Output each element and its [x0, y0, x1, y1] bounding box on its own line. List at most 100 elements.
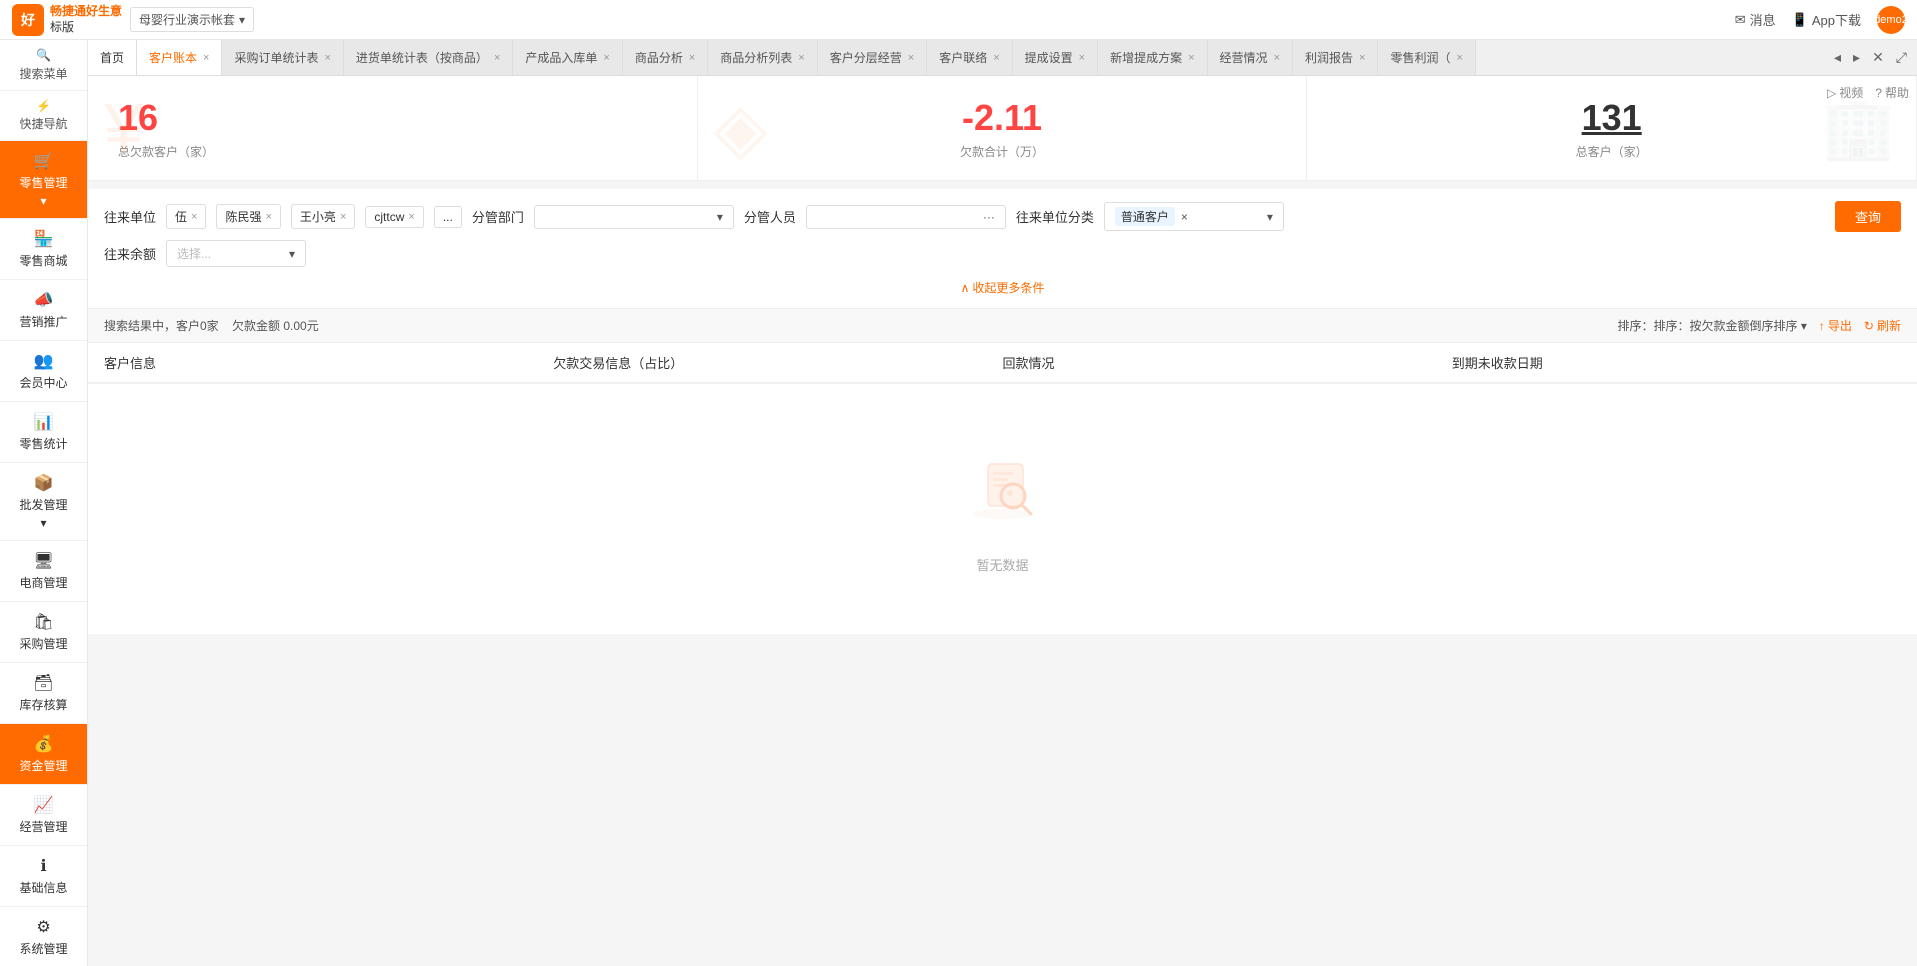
tab-close-contact[interactable]: × [993, 52, 999, 64]
tab-retail-profit[interactable]: 零售利润（ × [1378, 40, 1475, 76]
help-btn[interactable]: ? 帮助 [1875, 84, 1909, 101]
tab-close-product-inbound[interactable]: × [603, 52, 609, 64]
balance-dropdown[interactable]: 选择... ▾ [166, 240, 306, 267]
sidebar-search-btn[interactable]: 🔍 搜索菜单 [0, 40, 87, 91]
data-table: 客户信息 欠款交易信息（占比） 回款情况 到期未收款日期 [88, 343, 1917, 634]
tab-customer-segment[interactable]: 客户分层经营 × [818, 40, 927, 76]
collapse-btn[interactable]: ∧ 收起更多条件 [961, 279, 1045, 296]
sidebar-item-marketing[interactable]: 📣 营销推广 [0, 280, 87, 341]
tab-close-operation[interactable]: × [1274, 52, 1280, 64]
filter-tag-cj[interactable]: cjttcw × [365, 206, 423, 228]
tab-close-product-analysis[interactable]: × [689, 52, 695, 64]
tab-product-analysis-list[interactable]: 商品分析列表 × [708, 40, 817, 76]
tab-scroll-left[interactable]: ◂ [1830, 47, 1845, 68]
system-icon: ⚙ [36, 917, 50, 937]
filter-tag-chen[interactable]: 陈民强 × [216, 204, 280, 229]
dept-dropdown[interactable]: ▾ [534, 205, 734, 229]
tab-close-customer-capital[interactable]: × [203, 52, 209, 64]
sidebar-item-operation[interactable]: 📈 经营管理 [0, 785, 87, 846]
filter-tag-wu[interactable]: 伍 × [166, 204, 206, 229]
tab-scroll-right[interactable]: ▸ [1849, 47, 1864, 68]
remove-tag-chen[interactable]: × [265, 211, 271, 223]
sidebar-item-finance[interactable]: 💰 资金管理 [0, 724, 87, 785]
sidebar-item-basic-info[interactable]: ℹ 基础信息 [0, 846, 87, 907]
purchase-icon: 🛍 [33, 612, 53, 632]
tab-customer-contact[interactable]: 客户联络 × [927, 40, 1012, 76]
remove-unit-class[interactable]: × [1181, 210, 1188, 224]
tab-customer-capital[interactable]: 客户账本 × [137, 40, 222, 76]
sidebar-item-retail-stats[interactable]: 📊 零售统计 [0, 402, 87, 463]
query-button[interactable]: 查询 [1835, 201, 1901, 232]
remove-tag-wang[interactable]: × [340, 211, 346, 223]
sidebar-nav-btn[interactable]: ⚡ 快捷导航 [0, 91, 87, 141]
col-customer-info: 客户信息 [104, 353, 553, 372]
remove-tag-wu[interactable]: × [191, 211, 197, 223]
tab-purchase-order[interactable]: 采购订单统计表 × [222, 40, 343, 76]
chevron-down-icon: ▾ [1267, 210, 1273, 224]
chevron-up-icon: ∧ [961, 281, 970, 295]
tab-profit-report[interactable]: 利润报告 × [1293, 40, 1378, 76]
user-profile[interactable]: demo2 [1877, 6, 1905, 34]
sidebar-item-retail-manage[interactable]: 🛒 零售管理 ▾ [0, 141, 87, 219]
filter-row-2: 往来余额 选择... ▾ [104, 240, 1901, 267]
page-content: ¥ 16 总欠款客户（家） ◈ -2.11 欠款合计（万） 🏢 131 总客户（… [88, 76, 1917, 966]
tab-close-promotion[interactable]: × [1079, 52, 1085, 64]
collapse-row: ∧ 收起更多条件 [104, 275, 1901, 296]
tab-menu[interactable]: ✕ [1868, 47, 1888, 68]
arrow-icon: ▾ [40, 194, 46, 208]
tab-operation-status[interactable]: 经营情况 × [1208, 40, 1293, 76]
account-dropdown[interactable]: 母婴行业演示帐套 ▾ [130, 7, 254, 32]
unit-class-dropdown[interactable]: 普通客户 × ▾ [1104, 202, 1284, 231]
help-icon: ? [1875, 86, 1882, 100]
overdue-amount-value: -2.11 [962, 96, 1042, 139]
tab-product-analysis[interactable]: 商品分析 × [623, 40, 708, 76]
overdue-amount-label: 欠款合计（万） [960, 143, 1044, 160]
bg-icon-building: 🏢 [1821, 93, 1896, 164]
result-summary: 搜索结果中，客户0家 欠款金额 0.00元 [104, 317, 319, 334]
more-tags[interactable]: ... [434, 206, 462, 228]
sidebar-item-purchase[interactable]: 🛍 采购管理 [0, 602, 87, 663]
table-empty-state: 暂无数据 [88, 384, 1917, 634]
stats-header: ¥ 16 总欠款客户（家） ◈ -2.11 欠款合计（万） 🏢 131 总客户（… [88, 76, 1917, 181]
export-btn[interactable]: ↑ 导出 [1819, 317, 1852, 334]
tab-close-inbound[interactable]: × [494, 52, 500, 64]
tab-promotion-settings[interactable]: 提成设置 × [1013, 40, 1098, 76]
tab-close-segment[interactable]: × [908, 52, 914, 64]
sidebar-item-retail-mall[interactable]: 🏪 零售商城 [0, 219, 87, 280]
tab-close-product-analysis-list[interactable]: × [798, 52, 804, 64]
tab-bar: 首页 客户账本 × 采购订单统计表 × 进货单统计表（按商品） × 产成品入库单… [88, 40, 1917, 76]
tab-close-retail-profit[interactable]: × [1456, 52, 1462, 64]
sidebar-item-inventory[interactable]: 🗃 库存核算 [0, 663, 87, 724]
sort-down-icon[interactable]: ▾ [1801, 319, 1807, 333]
tab-product-inbound[interactable]: 产成品入库单 × [513, 40, 622, 76]
remove-tag-cj[interactable]: × [408, 211, 414, 223]
col-payment: 回款情况 [1003, 353, 1452, 372]
tab-add-promotion[interactable]: 新增提成方案 × [1098, 40, 1207, 76]
retail-manage-icon: 🛒 [34, 151, 54, 171]
video-btn[interactable]: ▷ 视频 [1827, 84, 1863, 101]
tab-bar-actions: ◂ ▸ ✕ ⤢ [1824, 47, 1917, 68]
total-customers-label: 总客户（家） [1576, 143, 1648, 160]
app-download-btn[interactable]: 📱 App下载 [1792, 10, 1861, 29]
tab-close-add-promotion[interactable]: × [1188, 52, 1194, 64]
mall-icon: 🏪 [34, 229, 54, 249]
bg-icon-yuan: ¥ [104, 88, 143, 168]
message-btn[interactable]: ✉ 消息 [1735, 10, 1776, 29]
tab-inbound-stats[interactable]: 进货单统计表（按商品） × [344, 40, 513, 76]
sidebar-item-wholesale[interactable]: 📦 批发管理 ▾ [0, 463, 87, 541]
message-icon: ✉ [1735, 12, 1746, 28]
tab-expand[interactable]: ⤢ [1892, 47, 1911, 68]
filter-tag-wang[interactable]: 王小亮 × [291, 204, 355, 229]
wholesale-icon: 📦 [34, 473, 54, 493]
logo-icon: 好 [12, 4, 44, 36]
sidebar-item-ecommerce[interactable]: 🖥 电商管理 [0, 541, 87, 602]
tab-close-purchase[interactable]: × [324, 52, 330, 64]
refresh-btn[interactable]: ↻ 刷新 [1864, 317, 1901, 334]
sidebar-item-system[interactable]: ⚙ 系统管理 [0, 907, 87, 966]
logo-area: 好 畅捷通好生意 标版 [12, 4, 122, 36]
person-dropdown[interactable]: ··· [806, 205, 1006, 229]
sidebar-item-member[interactable]: 👥 会员中心 [0, 341, 87, 402]
tab-close-profit[interactable]: × [1359, 52, 1365, 64]
chevron-down-icon: ▾ [289, 247, 295, 261]
tab-home[interactable]: 首页 [88, 40, 137, 76]
